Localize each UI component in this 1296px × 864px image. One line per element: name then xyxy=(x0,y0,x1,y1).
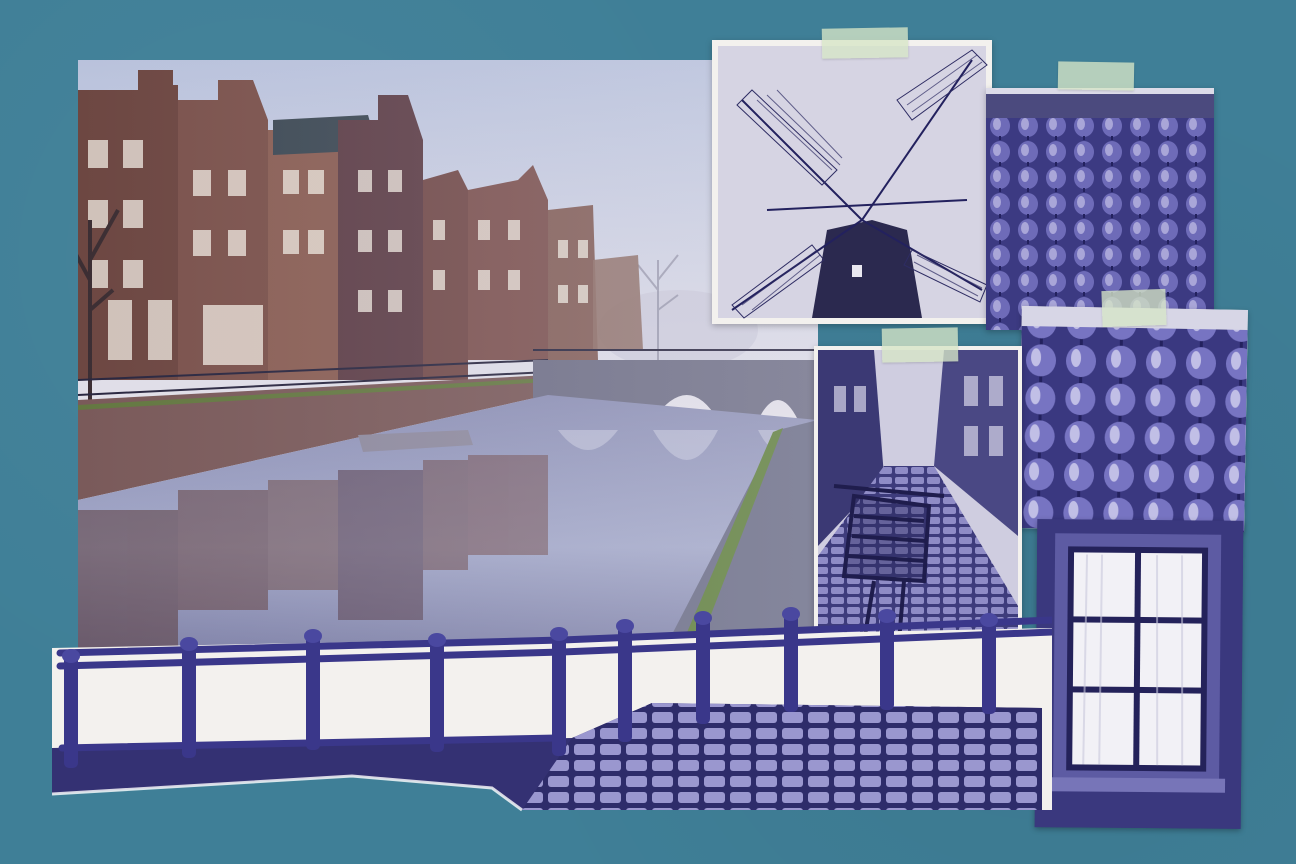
tape-strip xyxy=(821,27,909,59)
collage-canvas xyxy=(0,0,1296,864)
tulip-photo-top xyxy=(986,88,1214,330)
tape-strip xyxy=(1057,61,1135,91)
window-photo xyxy=(1034,519,1244,829)
tape-strip xyxy=(881,327,959,363)
tape-strip xyxy=(1101,288,1167,328)
windmill-photo xyxy=(712,40,992,324)
bridge-cutout xyxy=(52,598,1052,818)
tulip-photo-bottom xyxy=(1018,306,1248,532)
